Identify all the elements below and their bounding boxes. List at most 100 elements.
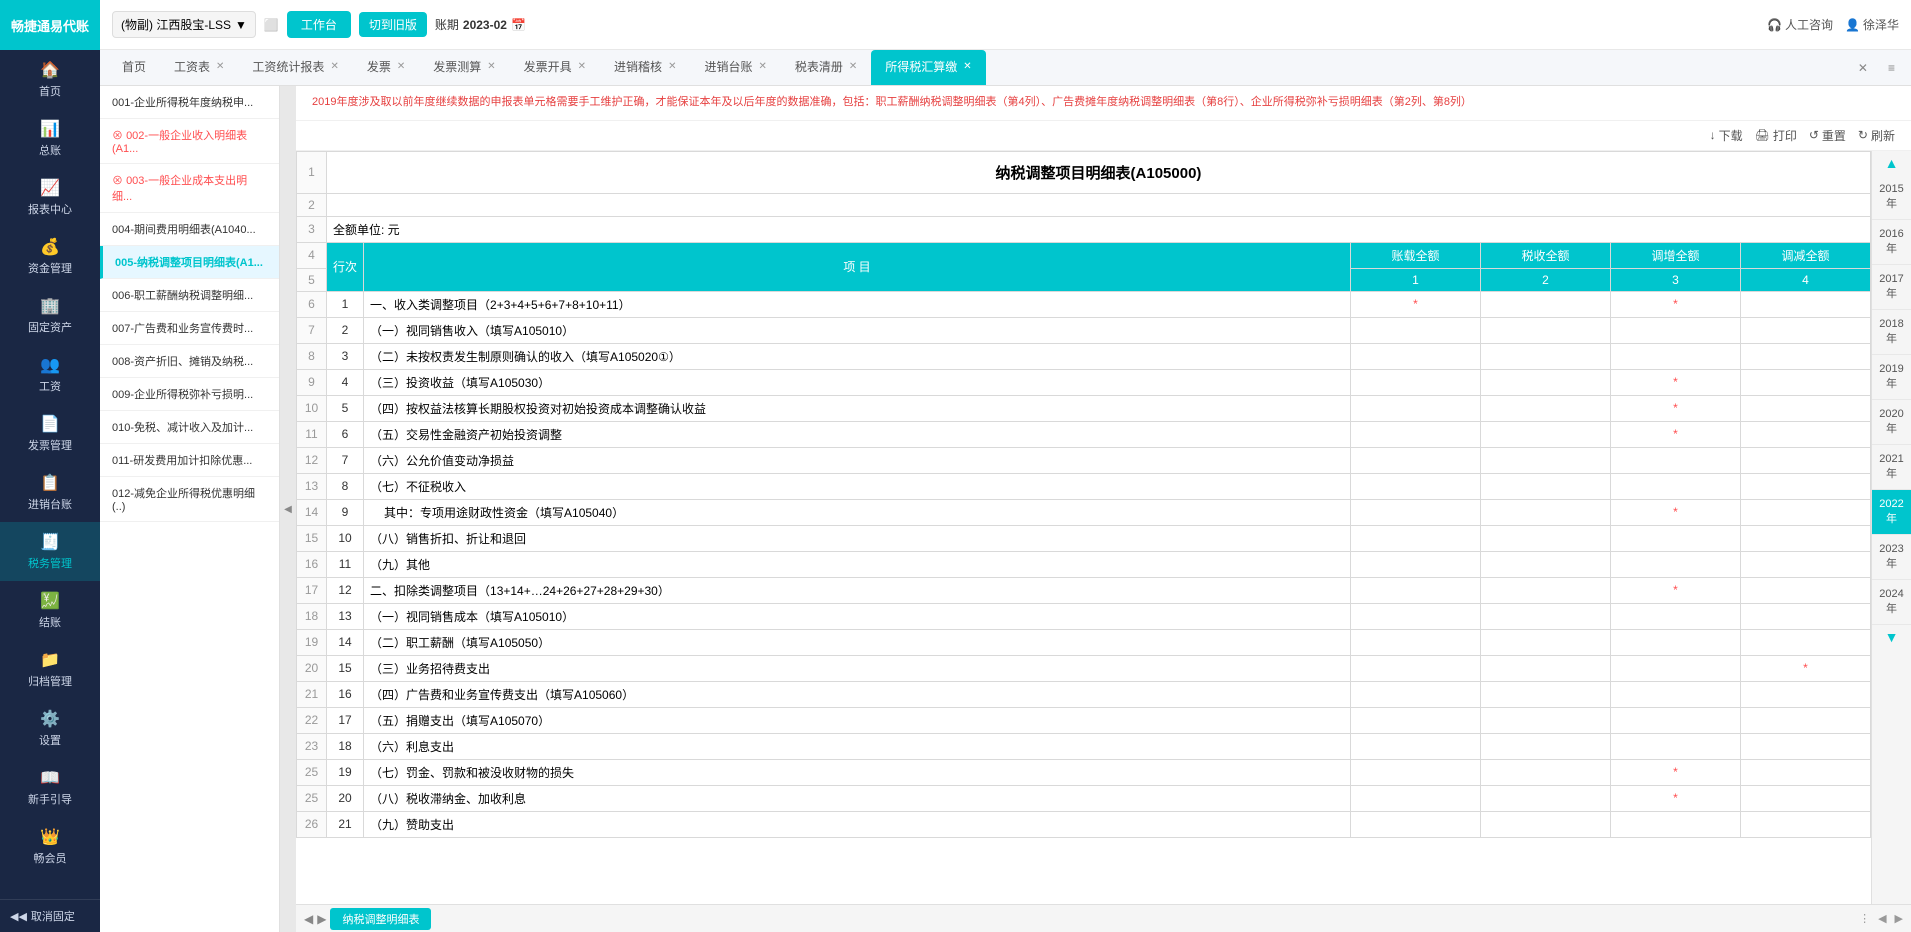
tab-close-invoice[interactable]: ✕ xyxy=(397,61,405,72)
left-panel-item-002[interactable]: ⊗ 002-一般企业收入明细表(A1... xyxy=(100,119,279,164)
left-panel-item-001[interactable]: 001-企业所得税年度纳税申... xyxy=(100,86,279,119)
table-row[interactable]: 7 2 （一）视同销售收入（填写A105010） xyxy=(297,317,1871,343)
tab-close-check[interactable]: ✕ xyxy=(668,61,676,72)
left-panel-item-008[interactable]: 008-资产折旧、摊销及纳税... xyxy=(100,345,279,378)
sidebar-item-salary[interactable]: 👥 工资 xyxy=(0,345,100,404)
table-row[interactable]: 11 6 （五）交易性金融资产初始投资调整 * xyxy=(297,421,1871,447)
tab-tax-clearance[interactable]: 税表清册 ✕ xyxy=(781,50,871,85)
table-row[interactable]: 8 3 （二）未按权责发生制原则确认的收入（填写A105020①） xyxy=(297,343,1871,369)
year-2017[interactable]: 2017年 xyxy=(1872,265,1911,310)
scroll-left-icon[interactable]: ◀ xyxy=(1878,912,1886,925)
tab-invoice[interactable]: 发票 ✕ xyxy=(353,50,419,85)
table-row[interactable]: 10 5 （四）按权益法核算长期股权投资对初始投资成本调整确认收益 * xyxy=(297,395,1871,421)
left-panel-item-010[interactable]: 010-免税、减计收入及加计... xyxy=(100,411,279,444)
tab-salary-report[interactable]: 工资统计报表 ✕ xyxy=(238,50,352,85)
tab-income-tax[interactable]: 所得税汇算缴 ✕ xyxy=(871,50,985,85)
tab-close-invoice-calc[interactable]: ✕ xyxy=(487,61,495,72)
tab-home[interactable]: 首页 xyxy=(108,50,160,85)
sheet-tab-tax-adjustment[interactable]: 纳税调整明细表 xyxy=(330,908,431,930)
refresh-button[interactable]: ↻ 刷新 xyxy=(1858,127,1895,144)
sidebar-item-assets[interactable]: 🏢 固定资产 xyxy=(0,286,100,345)
table-row[interactable]: 25 19 （七）罚金、罚款和被没收财物的损失 * xyxy=(297,759,1871,785)
tab-invoice-issue[interactable]: 发票开具 ✕ xyxy=(510,50,600,85)
tab-close-income-tax[interactable]: ✕ xyxy=(963,61,971,72)
tab-purchase-ledger[interactable]: 进销台账 ✕ xyxy=(690,50,780,85)
tab-close-salary-report[interactable]: ✕ xyxy=(330,61,338,72)
tab-close-tax-clearance[interactable]: ✕ xyxy=(849,61,857,72)
tab-close-purchase-ledger[interactable]: ✕ xyxy=(758,61,766,72)
left-panel-item-007[interactable]: 007-广告费和业务宣传费时... xyxy=(100,312,279,345)
year-2021[interactable]: 2021年 xyxy=(1872,445,1911,490)
tab-check[interactable]: 进销稽核 ✕ xyxy=(600,50,690,85)
sidebar-item-reports[interactable]: 📈 报表中心 xyxy=(0,168,100,227)
close-all-tabs-icon[interactable]: ✕ xyxy=(1850,57,1876,79)
tab-invoice-calc[interactable]: 发票测算 ✕ xyxy=(419,50,509,85)
sidebar-item-finance[interactable]: 💰 资金管理 xyxy=(0,227,100,286)
year-2018[interactable]: 2018年 xyxy=(1872,310,1911,355)
panel-collapse-toggle[interactable]: ◀ xyxy=(280,86,296,932)
spreadsheet-container[interactable]: 1 纳税调整项目明细表(A105000) 2 xyxy=(296,151,1871,904)
user-avatar[interactable]: 👤 徐泽华 xyxy=(1845,16,1899,33)
table-row[interactable]: 18 13 （一）视同销售成本（填写A105010） xyxy=(297,603,1871,629)
calendar-icon[interactable]: 📅 xyxy=(511,18,526,32)
print-button[interactable]: 🖨 打印 xyxy=(1755,127,1797,144)
sidebar-item-closing[interactable]: 💹 结账 xyxy=(0,581,100,640)
left-panel-item-012[interactable]: 012-减免企业所得税优惠明细(..) xyxy=(100,477,279,522)
table-row[interactable]: 15 10 （八）销售折扣、折让和退回 xyxy=(297,525,1871,551)
year-2019[interactable]: 2019年 xyxy=(1872,355,1911,400)
table-row[interactable]: 13 8 （七）不征税收入 xyxy=(297,473,1871,499)
year-scroll-down[interactable]: ▼ xyxy=(1872,625,1911,649)
sidebar-item-home[interactable]: 🏠 首页 xyxy=(0,50,100,109)
left-panel-item-006[interactable]: 006-职工薪酬纳税调整明细... xyxy=(100,279,279,312)
table-row[interactable]: 25 20 （八）税收滞纳金、加收利息 * xyxy=(297,785,1871,811)
switch-old-button[interactable]: 切到旧版 xyxy=(359,12,427,37)
table-row[interactable]: 17 12 二、扣除类调整项目（13+14+…24+26+27+28+29+30… xyxy=(297,577,1871,603)
year-2016[interactable]: 2016年 xyxy=(1872,220,1911,265)
sidebar-item-archive[interactable]: 📁 归档管理 xyxy=(0,640,100,699)
table-row[interactable]: 21 16 （四）广告费和业务宣传费支出（填写A105060） xyxy=(297,681,1871,707)
left-panel-item-005[interactable]: 005-纳税调整项目明细表(A1... xyxy=(100,246,279,279)
sidebar-item-inventory[interactable]: 📋 进销台账 xyxy=(0,463,100,522)
sidebar-item-invoice[interactable]: 📄 发票管理 xyxy=(0,404,100,463)
table-row[interactable]: 6 1 一、收入类调整项目（2+3+4+5+6+7+8+10+11） * * xyxy=(297,291,1871,317)
left-panel-item-011[interactable]: 011-研发费用加计扣除优惠... xyxy=(100,444,279,477)
sheet-nav-prev[interactable]: ◀ xyxy=(304,912,313,926)
left-panel-item-009[interactable]: 009-企业所得税弥补亏损明... xyxy=(100,378,279,411)
tab-close-salary[interactable]: ✕ xyxy=(216,61,224,72)
table-row[interactable]: 12 7 （六）公允价值变动净损益 xyxy=(297,447,1871,473)
sidebar-item-vip[interactable]: 👑 畅会员 xyxy=(0,817,100,876)
table-row[interactable]: 9 4 （三）投资收益（填写A105030） * xyxy=(297,369,1871,395)
unpin-button[interactable]: ◀◀ 取消固定 xyxy=(0,900,100,932)
tab-salary[interactable]: 工资表 ✕ xyxy=(160,50,238,85)
company-selector[interactable]: (物副) 江西股宝-LSS ▼ xyxy=(112,11,256,38)
year-2015[interactable]: 2015年 xyxy=(1872,175,1911,220)
support-link[interactable]: 🎧 人工咨询 xyxy=(1767,16,1833,33)
table-row[interactable]: 23 18 （六）利息支出 xyxy=(297,733,1871,759)
left-panel-item-003[interactable]: ⊗ 003-一般企业成本支出明细... xyxy=(100,164,279,213)
year-scroll-up[interactable]: ▲ xyxy=(1872,151,1911,175)
scroll-right-icon[interactable]: ▶ xyxy=(1895,912,1903,925)
copy-icon[interactable]: ⬜ xyxy=(264,18,279,32)
year-2022[interactable]: 2022年 xyxy=(1872,490,1911,535)
tab-menu-icon[interactable]: ≡ xyxy=(1880,57,1903,79)
table-row[interactable]: 16 11 （九）其他 xyxy=(297,551,1871,577)
left-panel-item-004[interactable]: 004-期间费用明细表(A1040... xyxy=(100,213,279,246)
download-button[interactable]: ↓ 下载 xyxy=(1710,127,1743,144)
table-row[interactable]: 22 17 （五）捐赠支出（填写A105070） xyxy=(297,707,1871,733)
tab-close-invoice-issue[interactable]: ✕ xyxy=(578,61,586,72)
unit-label: 全额单位: 元 xyxy=(327,216,1871,242)
table-row[interactable]: 19 14 （二）职工薪酬（填写A105050） xyxy=(297,629,1871,655)
reset-button[interactable]: ↺ 重置 xyxy=(1809,127,1846,144)
table-row[interactable]: 26 21 （九）赞助支出 xyxy=(297,811,1871,837)
table-row[interactable]: 14 9 其中：专项用途财政性资金（填写A105040） * xyxy=(297,499,1871,525)
table-row[interactable]: 20 15 （三）业务招待费支出 * xyxy=(297,655,1871,681)
sidebar-item-ledger[interactable]: 📊 总账 xyxy=(0,109,100,168)
year-2024[interactable]: 2024年 xyxy=(1872,580,1911,625)
sidebar-item-guide[interactable]: 📖 新手引导 xyxy=(0,758,100,817)
sidebar-item-tax[interactable]: 🧾 税务管理 xyxy=(0,522,100,581)
sidebar-item-settings[interactable]: ⚙️ 设置 xyxy=(0,699,100,758)
workspace-button[interactable]: 工作台 xyxy=(287,11,351,38)
sheet-nav-next[interactable]: ▶ xyxy=(317,912,326,926)
year-2023[interactable]: 2023年 xyxy=(1872,535,1911,580)
year-2020[interactable]: 2020年 xyxy=(1872,400,1911,445)
